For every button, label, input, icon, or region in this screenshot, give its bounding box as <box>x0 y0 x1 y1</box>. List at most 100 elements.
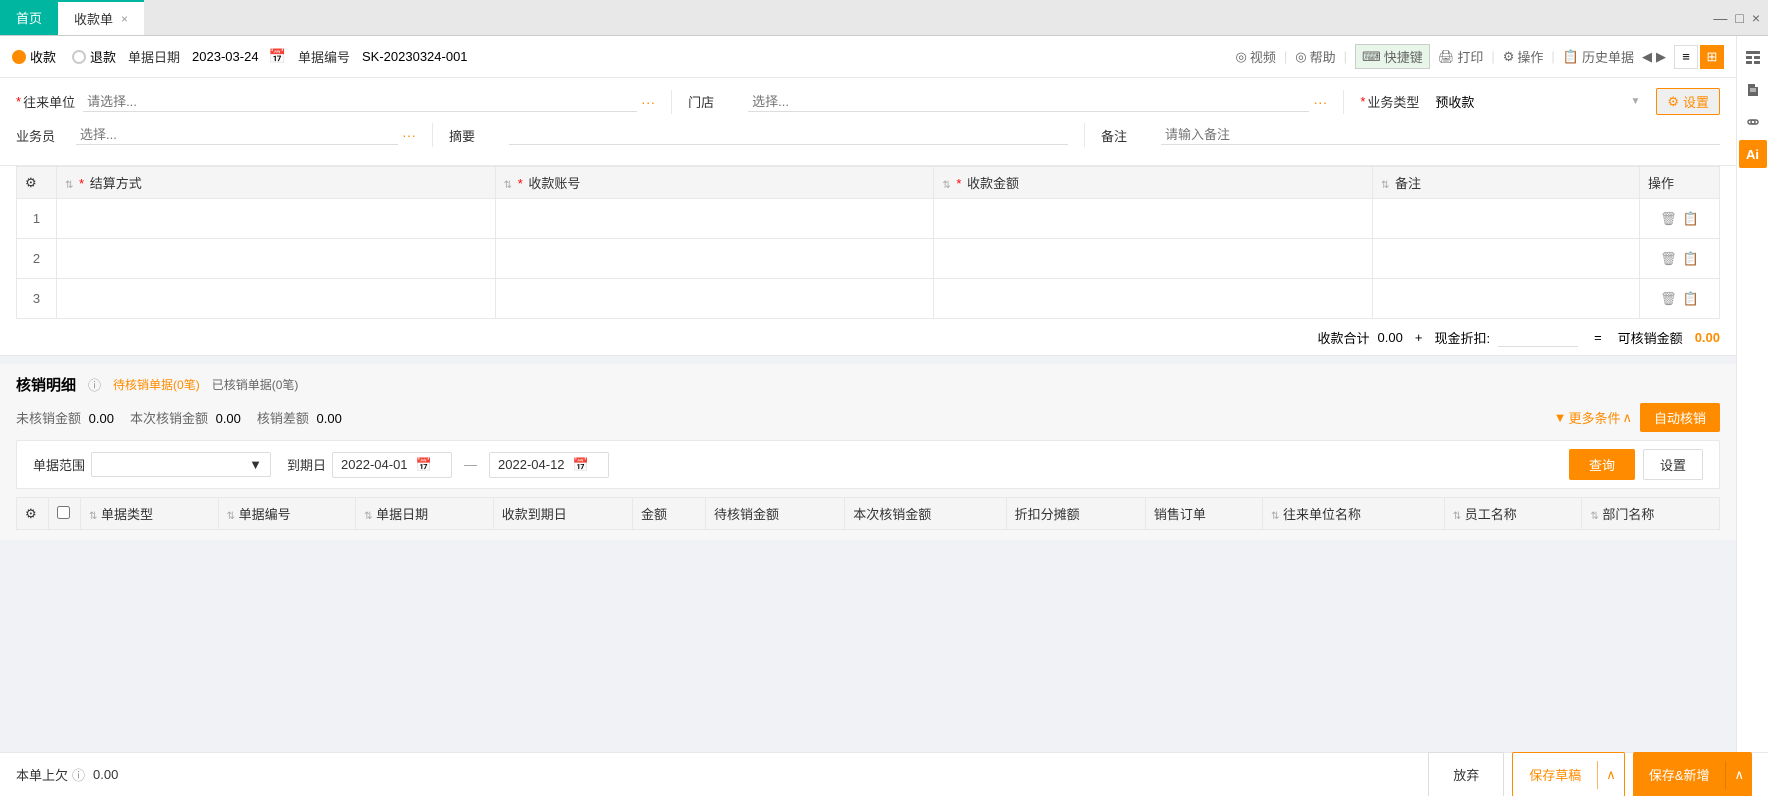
counterpart-more-icon[interactable]: ··· <box>641 94 655 110</box>
list-view-btn[interactable]: ≡ <box>1674 45 1698 69</box>
select-all-checkbox[interactable] <box>57 506 70 519</box>
video-btn[interactable]: ◎ 视频 <box>1236 47 1276 66</box>
row-1-remark[interactable] <box>1373 199 1640 239</box>
receipt-radio[interactable]: 收款 <box>12 47 56 66</box>
row-1-delete-icon[interactable]: 🗑 <box>1660 211 1677 227</box>
shop-label: 门店 <box>688 92 748 111</box>
row-2-delete-icon[interactable]: 🗑 <box>1660 251 1677 267</box>
right-panel: Ai <box>1736 36 1768 752</box>
prev-btn[interactable]: ◀ <box>1642 49 1652 65</box>
row-2-remark[interactable] <box>1373 239 1640 279</box>
refund-radio[interactable]: 退款 <box>72 47 116 66</box>
row-2-copy-icon[interactable]: 📋 <box>1683 251 1699 267</box>
current-field: 本次核销金额 0.00 <box>130 408 241 427</box>
form-divider3 <box>432 123 433 147</box>
grid-view-btn[interactable]: ⊞ <box>1700 45 1724 69</box>
bottom-table-settings-icon[interactable]: ⚙ <box>25 506 37 521</box>
business-type-dropdown-icon[interactable]: ▼ <box>1630 96 1640 107</box>
discount-input[interactable] <box>1498 327 1578 347</box>
table-row: 1 🗑 📋 <box>17 199 1720 239</box>
filter-row: 单据范围 ▼ 到期日 2022-04-01 📅 — 2022-04-12 📅 <box>16 440 1720 489</box>
save-draft-main[interactable]: 保存草稿 <box>1513 759 1597 790</box>
row-2-settlement[interactable] <box>57 239 496 279</box>
counterpart-input[interactable] <box>83 92 637 112</box>
row-1-account[interactable] <box>495 199 934 239</box>
save-new-button[interactable]: 保存&新增 ∧ <box>1633 752 1752 796</box>
row-num-1: 1 <box>17 199 57 239</box>
row-2-amount[interactable] <box>934 239 1373 279</box>
row-3-account[interactable] <box>495 279 934 319</box>
row-3-remark[interactable] <box>1373 279 1640 319</box>
row-3-copy-icon[interactable]: 📋 <box>1683 291 1699 307</box>
tab-home[interactable]: 首页 <box>0 0 58 35</box>
shop-input[interactable] <box>748 92 1309 112</box>
row-2-account[interactable] <box>495 239 934 279</box>
shortcut-btn[interactable]: ⌨ 快捷键 <box>1355 44 1430 69</box>
footer-info-icon[interactable]: ⓘ <box>72 765 85 784</box>
right-panel-doc-icon[interactable] <box>1739 76 1767 104</box>
query-button[interactable]: 查询 <box>1569 449 1635 480</box>
toolbar: 收款 退款 单据日期 2023-03-24 📅 单据编号 SK-20230324… <box>0 36 1736 78</box>
view-toggle: ≡ ⊞ <box>1674 45 1724 69</box>
abandon-button[interactable]: 放弃 <box>1428 752 1504 796</box>
auto-verify-button[interactable]: 自动核销 <box>1640 403 1720 432</box>
table-settings-icon[interactable]: ⚙ <box>25 175 37 190</box>
date-separator: — <box>464 457 477 472</box>
right-panel-link-icon[interactable] <box>1739 108 1767 136</box>
next-btn[interactable]: ▶ <box>1656 49 1666 65</box>
pending-tab[interactable]: 待核销单据(0笔) <box>113 376 200 393</box>
print-btn[interactable]: 🖨 打印 <box>1438 47 1484 66</box>
tab-receipt[interactable]: 收款单 × <box>58 0 144 35</box>
shop-more-icon[interactable]: ··· <box>1313 94 1327 110</box>
number-label: 单据编号 <box>298 47 350 66</box>
right-panel-ai-icon[interactable]: Ai <box>1739 140 1767 168</box>
tab-close-icon[interactable]: × <box>121 12 128 26</box>
verify-label: 可核销金额 <box>1618 328 1683 347</box>
unverified-value: 0.00 <box>89 411 114 426</box>
minimize-button[interactable]: — <box>1713 10 1727 26</box>
salesperson-input[interactable] <box>76 125 398 145</box>
th-settings: ⚙ <box>17 167 57 199</box>
salesperson-more-icon[interactable]: ··· <box>402 127 416 143</box>
th-operation-label: 操作 <box>1648 176 1674 191</box>
row-3-delete-icon[interactable]: 🗑 <box>1660 291 1677 307</box>
right-panel-table-icon[interactable] <box>1739 44 1767 72</box>
divider4: | <box>1551 49 1554 64</box>
filter-settings-button[interactable]: 设置 <box>1643 449 1703 480</box>
settings-button[interactable]: ⚙ 设置 <box>1656 88 1720 115</box>
due-date-end-input[interactable]: 2022-04-12 📅 <box>489 452 609 478</box>
calendar-icon[interactable]: 📅 <box>269 48 286 65</box>
bth-due-date: 收款到期日 <box>493 498 632 530</box>
row-1-copy-icon[interactable]: 📋 <box>1683 211 1699 227</box>
row-1-amount[interactable] <box>934 199 1373 239</box>
footer-info-value: 0.00 <box>93 767 118 782</box>
row-3-settlement[interactable] <box>57 279 496 319</box>
close-button[interactable]: × <box>1752 10 1760 26</box>
more-conditions-btn[interactable]: ▼ 更多条件 ∧ <box>1554 408 1632 427</box>
print-label: 打印 <box>1457 47 1483 66</box>
summary-input[interactable] <box>509 125 1068 145</box>
chevron-up-icon: ∧ <box>1622 410 1632 426</box>
help-btn[interactable]: ◎ 帮助 <box>1295 47 1335 66</box>
maximize-button[interactable]: □ <box>1735 10 1743 26</box>
done-tab[interactable]: 已核销单据(0笔) <box>212 376 299 393</box>
save-new-main[interactable]: 保存&新增 <box>1633 759 1726 790</box>
range-select[interactable]: ▼ <box>91 452 271 477</box>
history-btn[interactable]: 📋 历史单据 <box>1563 47 1634 66</box>
save-new-arrow[interactable]: ∧ <box>1725 761 1752 789</box>
save-draft-arrow[interactable]: ∧ <box>1597 761 1624 789</box>
tab-bar-right: — □ × <box>1713 10 1768 26</box>
counterpart-required: * <box>16 94 21 109</box>
operation-btn[interactable]: ⚙ 操作 <box>1503 47 1544 66</box>
unverified-label: 未核销金额 <box>16 411 81 426</box>
remark-input[interactable] <box>1161 125 1720 145</box>
tab-home-label: 首页 <box>16 8 42 27</box>
row-3-amount[interactable] <box>934 279 1373 319</box>
row-1-settlement[interactable] <box>57 199 496 239</box>
verify-info-icon[interactable]: ⓘ <box>88 375 101 394</box>
footer-right: 放弃 保存草稿 ∧ 保存&新增 ∧ <box>1428 752 1752 796</box>
form-row-1: * 往来单位 ··· 门店 ··· * 业务类型 预收款 ▼ ⚙ <box>16 88 1720 115</box>
save-draft-button[interactable]: 保存草稿 ∧ <box>1512 752 1625 796</box>
due-date-start-input[interactable]: 2022-04-01 📅 <box>332 452 452 478</box>
bth-counterpart: ⇅ 往来单位名称 <box>1263 498 1445 530</box>
